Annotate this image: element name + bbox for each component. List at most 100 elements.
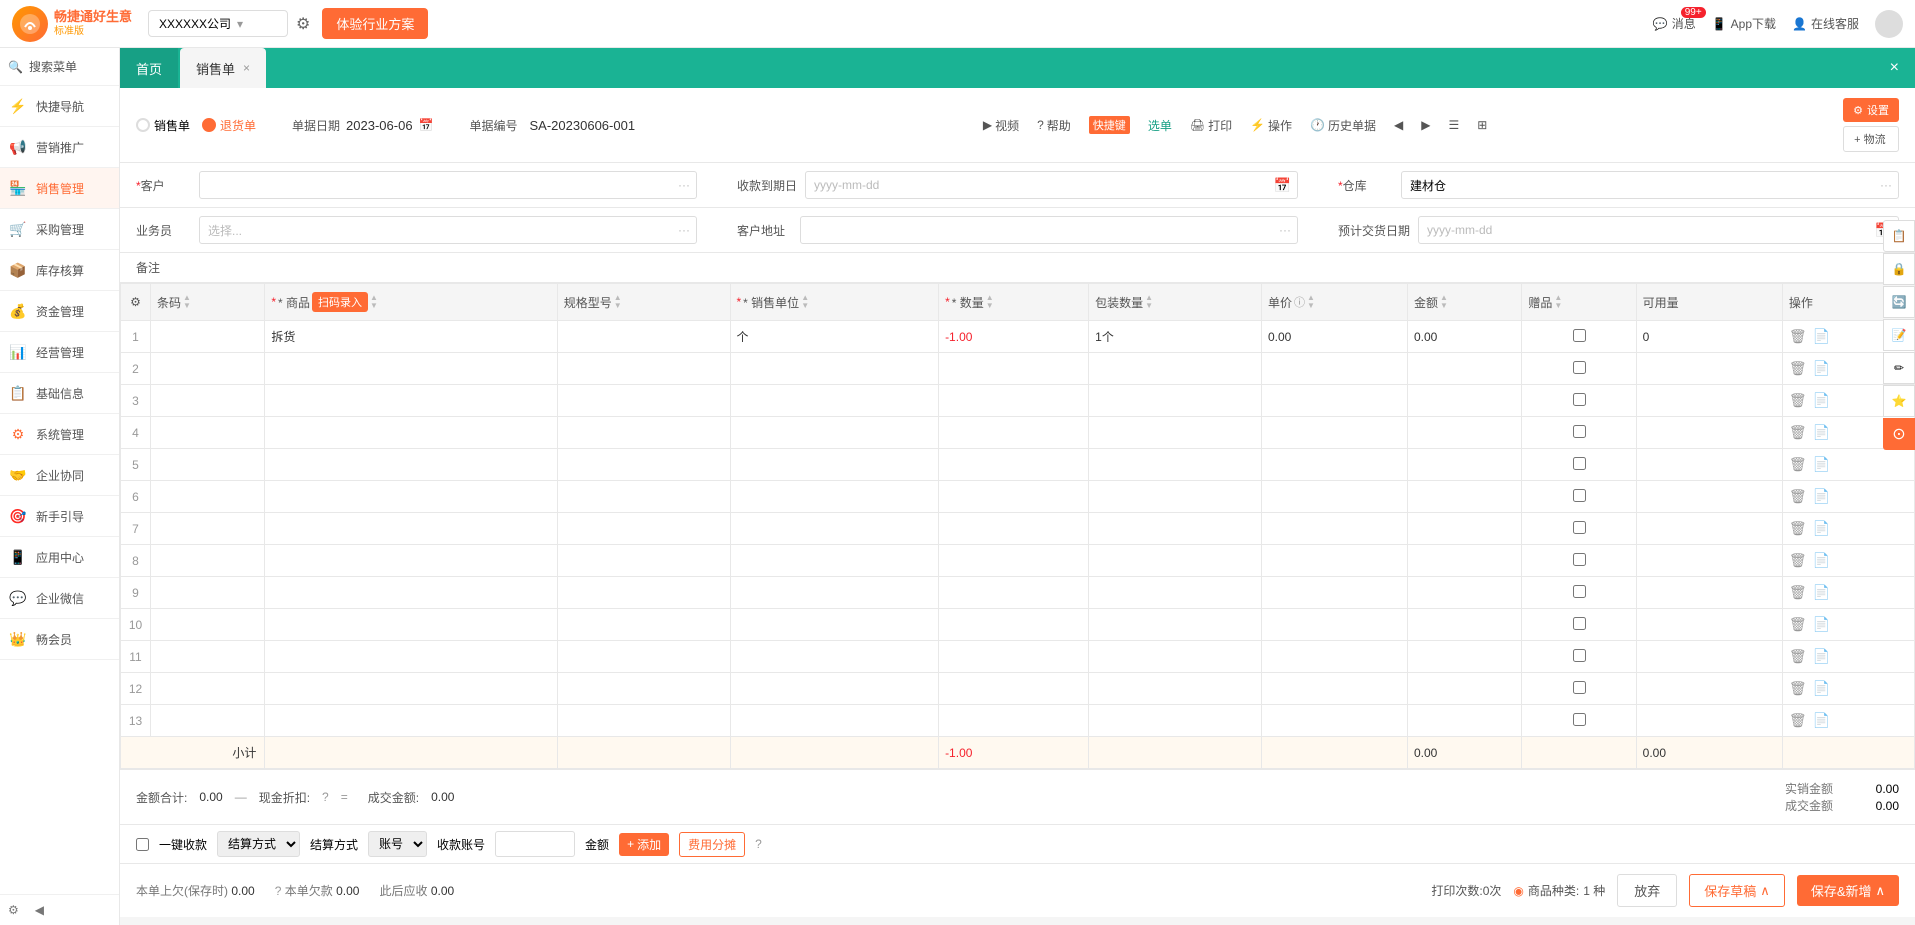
row-barcode[interactable] xyxy=(151,577,265,609)
row-product[interactable] xyxy=(265,481,557,513)
select-button[interactable]: 选单 xyxy=(1142,114,1178,137)
row-copy-icon[interactable]: 📄 xyxy=(1813,392,1830,409)
sidebar-item-finance[interactable]: 💰 资金管理 xyxy=(0,291,119,332)
row-unit[interactable]: 个 xyxy=(730,321,939,353)
row-pkg-qty[interactable] xyxy=(1089,673,1262,705)
row-delete-icon[interactable]: 🗑 xyxy=(1789,680,1807,697)
row-price[interactable] xyxy=(1261,513,1407,545)
row-amount[interactable] xyxy=(1407,577,1521,609)
row-qty[interactable] xyxy=(939,449,1089,481)
add-button[interactable]: + 添加 xyxy=(619,833,669,856)
sidebar-collapse-button[interactable]: ◀ xyxy=(27,895,52,925)
row-unit[interactable] xyxy=(730,705,939,737)
tab-home[interactable]: 首页 xyxy=(120,48,178,88)
th-settings[interactable]: ⚙ xyxy=(121,284,151,321)
row-copy-icon[interactable]: 📄 xyxy=(1813,424,1830,441)
row-spec[interactable] xyxy=(557,545,730,577)
row-unit[interactable] xyxy=(730,673,939,705)
row-price[interactable] xyxy=(1261,577,1407,609)
row-pkg-qty[interactable] xyxy=(1089,449,1262,481)
row-barcode[interactable] xyxy=(151,321,265,353)
row-product[interactable] xyxy=(265,545,557,577)
account-select[interactable]: 账号 xyxy=(368,831,427,857)
float-btn-2[interactable]: 🔒 xyxy=(1883,253,1915,285)
row-pkg-qty[interactable] xyxy=(1089,577,1262,609)
row-qty[interactable] xyxy=(939,577,1089,609)
save-draft-button[interactable]: 保存草稿 ∧ xyxy=(1689,874,1785,907)
amount-input[interactable] xyxy=(495,831,575,857)
row-gift[interactable] xyxy=(1522,609,1636,641)
row-amount[interactable] xyxy=(1407,673,1521,705)
row-spec[interactable] xyxy=(557,577,730,609)
discard-button[interactable]: 放弃 xyxy=(1617,874,1677,907)
row-spec[interactable] xyxy=(557,673,730,705)
video-button[interactable]: ▶ 视频 xyxy=(977,114,1025,137)
row-qty[interactable] xyxy=(939,545,1089,577)
row-amount[interactable] xyxy=(1407,481,1521,513)
row-spec[interactable] xyxy=(557,321,730,353)
row-pkg-qty[interactable] xyxy=(1089,705,1262,737)
row-unit[interactable] xyxy=(730,641,939,673)
user-avatar[interactable] xyxy=(1875,10,1903,38)
sidebar-item-marketing[interactable]: 📢 营销推广 xyxy=(0,127,119,168)
sidebar-item-enterprise[interactable]: 🤝 企业协同 xyxy=(0,455,119,496)
row-price[interactable] xyxy=(1261,673,1407,705)
row-product[interactable] xyxy=(265,449,557,481)
row-unit[interactable] xyxy=(730,449,939,481)
row-copy-icon[interactable]: 📄 xyxy=(1813,488,1830,505)
row-product[interactable] xyxy=(265,417,557,449)
row-product[interactable] xyxy=(265,609,557,641)
row-amount[interactable] xyxy=(1407,353,1521,385)
row-gift[interactable] xyxy=(1522,417,1636,449)
row-copy-icon[interactable]: 📄 xyxy=(1813,584,1830,601)
row-qty[interactable] xyxy=(939,481,1089,513)
row-copy-icon[interactable]: 📄 xyxy=(1813,648,1830,665)
next-record-button[interactable]: ▶ xyxy=(1415,115,1436,135)
row-barcode[interactable] xyxy=(151,385,265,417)
row-barcode[interactable] xyxy=(151,705,265,737)
history-button[interactable]: 🕐 历史单据 xyxy=(1304,114,1382,137)
sidebar-item-member[interactable]: 👑 畅会员 xyxy=(0,619,119,660)
tab-bar-close-icon[interactable]: × xyxy=(1874,59,1915,77)
float-btn-5[interactable]: ✏ xyxy=(1883,352,1915,384)
row-spec[interactable] xyxy=(557,353,730,385)
float-btn-4[interactable]: 📝 xyxy=(1883,319,1915,351)
row-copy-icon[interactable]: 📄 xyxy=(1813,680,1830,697)
warehouse-input[interactable]: 建材仓 ··· xyxy=(1401,171,1899,199)
sidebar-item-sales[interactable]: 🏪 销售管理 xyxy=(0,168,119,209)
sidebar-item-wechat[interactable]: 💬 企业微信 xyxy=(0,578,119,619)
row-product[interactable] xyxy=(265,641,557,673)
row-qty[interactable]: -1.00 xyxy=(939,321,1089,353)
row-copy-icon[interactable]: 📄 xyxy=(1813,552,1830,569)
row-unit[interactable] xyxy=(730,577,939,609)
row-barcode[interactable] xyxy=(151,641,265,673)
row-delete-icon[interactable]: 🗑 xyxy=(1789,712,1807,729)
row-pkg-qty[interactable] xyxy=(1089,481,1262,513)
row-price[interactable] xyxy=(1261,609,1407,641)
row-unit[interactable] xyxy=(730,609,939,641)
row-qty[interactable] xyxy=(939,609,1089,641)
row-gift[interactable] xyxy=(1522,641,1636,673)
row-delete-icon[interactable]: 🗑 xyxy=(1789,456,1807,473)
row-amount[interactable] xyxy=(1407,641,1521,673)
row-copy-icon[interactable]: 📄 xyxy=(1813,520,1830,537)
one-click-payment-checkbox[interactable] xyxy=(136,838,149,851)
row-amount[interactable] xyxy=(1407,513,1521,545)
row-price[interactable] xyxy=(1261,385,1407,417)
row-copy-icon[interactable]: 📄 xyxy=(1813,456,1830,473)
row-amount[interactable] xyxy=(1407,545,1521,577)
row-delete-icon[interactable]: 🗑 xyxy=(1789,328,1807,345)
row-price[interactable] xyxy=(1261,641,1407,673)
trial-button[interactable]: 体验行业方案 xyxy=(322,8,428,39)
customer-addr-input[interactable]: ··· xyxy=(800,216,1298,244)
row-gift[interactable] xyxy=(1522,545,1636,577)
row-barcode[interactable] xyxy=(151,513,265,545)
save-new-button[interactable]: 保存&新增 ∧ xyxy=(1797,875,1899,906)
list-view-button[interactable]: ☰ xyxy=(1442,115,1465,135)
row-unit[interactable] xyxy=(730,353,939,385)
float-btn-6[interactable]: ⭐ xyxy=(1883,385,1915,417)
row-unit[interactable] xyxy=(730,417,939,449)
print-button[interactable]: 🖨 打印 xyxy=(1184,114,1238,137)
row-gift[interactable] xyxy=(1522,577,1636,609)
sidebar-item-system[interactable]: ⚙ 系统管理 xyxy=(0,414,119,455)
